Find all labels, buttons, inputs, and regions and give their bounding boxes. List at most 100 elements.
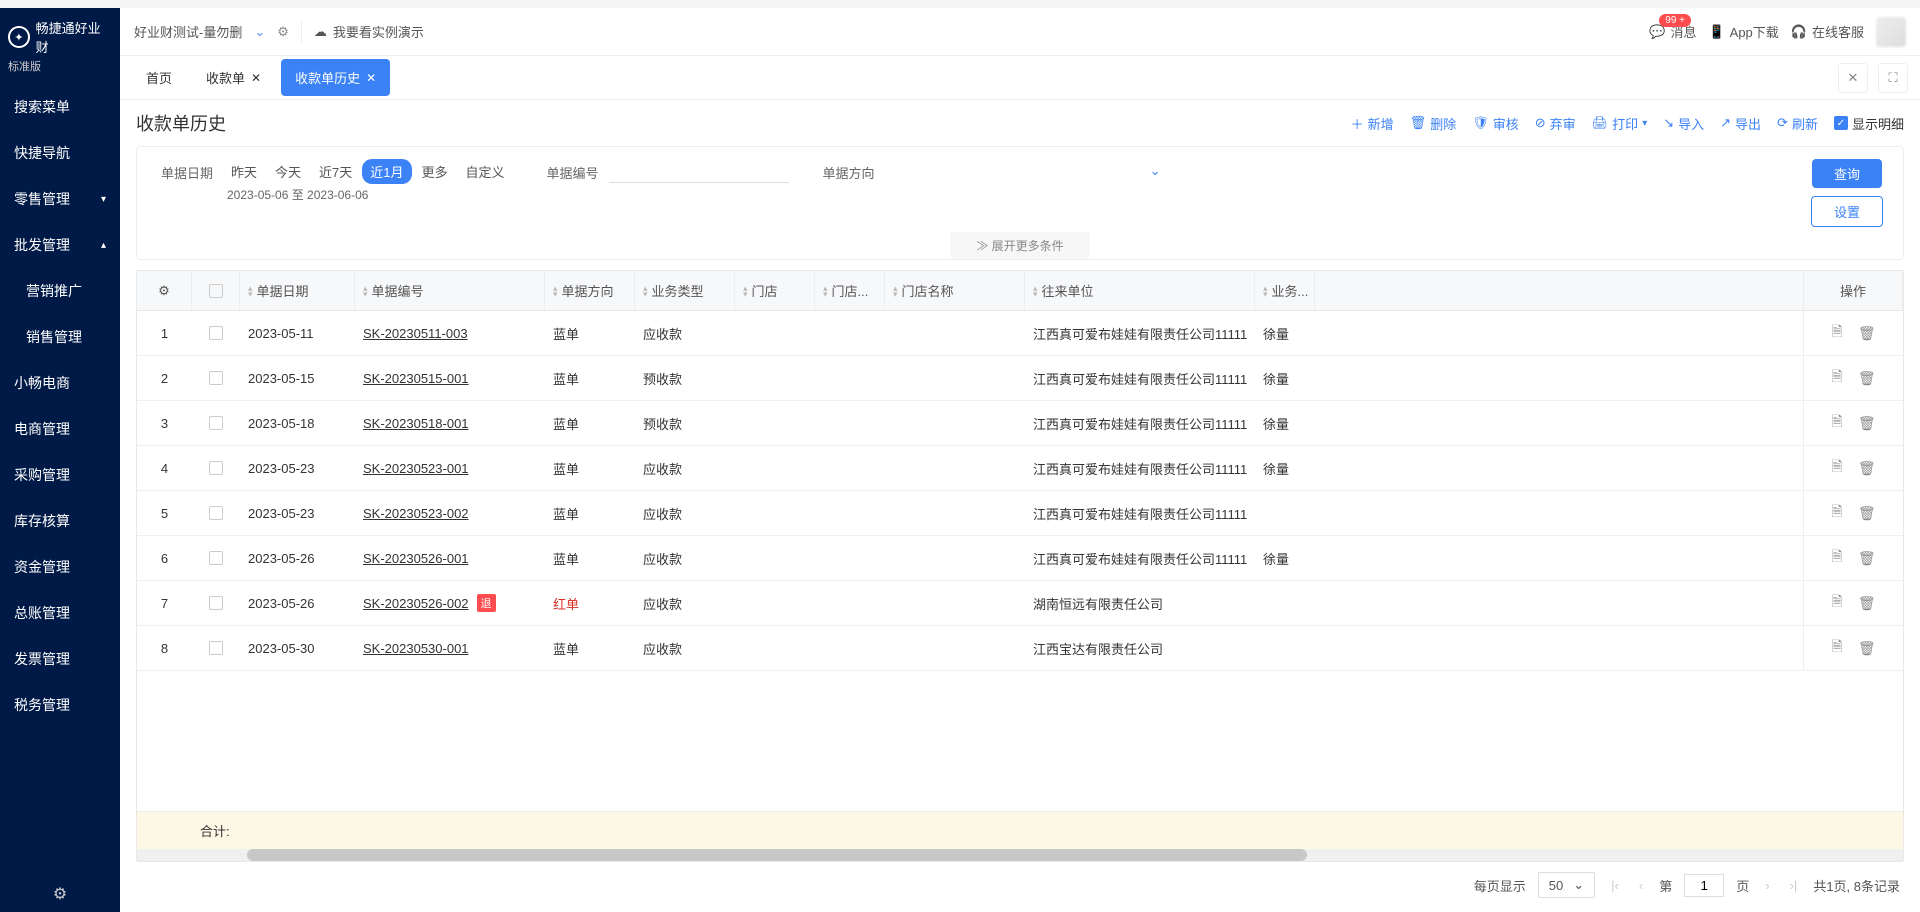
view-icon[interactable]: 🗎 [1831,321,1842,345]
delete-icon[interactable]: 🗑 [1858,505,1876,522]
doc-no-link[interactable]: SK-20230523-002 [363,506,469,521]
fullscreen-button[interactable]: ⛶ [1878,63,1908,93]
col-dir[interactable]: ▴▾单据方向 [545,271,635,310]
sidebar-item[interactable]: 库存核算 [0,498,120,544]
tab[interactable]: 收款单✕ [192,59,275,96]
col-biz[interactable]: ▴▾业务... [1255,271,1315,310]
doc-no-link[interactable]: SK-20230523-001 [363,461,469,476]
sidebar-item[interactable]: 资金管理 [0,544,120,590]
view-icon[interactable]: 🗎 [1831,546,1842,570]
sidebar-item[interactable]: 批发管理▴ [0,222,120,268]
refresh-button[interactable]: ⟳刷新 [1777,114,1818,133]
first-page-button[interactable]: |‹ [1607,878,1623,893]
doc-no-link[interactable]: SK-20230530-001 [363,641,469,656]
next-page-button[interactable]: › [1761,878,1773,893]
select-all-checkbox[interactable] [209,284,223,298]
scrollbar-thumb[interactable] [247,849,1307,861]
col-store[interactable]: ▴▾门店 [735,271,815,310]
row-checkbox[interactable] [209,551,223,565]
row-checkbox[interactable] [209,641,223,655]
view-icon[interactable]: 🗎 [1831,456,1842,480]
audit-button[interactable]: 🛡审核 [1472,114,1519,133]
direction-select[interactable]: ⌄ [885,159,1165,183]
doc-no-input[interactable] [609,159,789,183]
online-service-button[interactable]: 🎧 在线客服 [1791,22,1864,41]
sidebar-item[interactable]: 零售管理▾ [0,176,120,222]
doc-no-link[interactable]: SK-20230518-001 [363,416,469,431]
date-range-button[interactable]: 昨天 [223,159,265,184]
avatar[interactable] [1876,17,1906,47]
view-icon[interactable]: 🗎 [1831,366,1842,390]
doc-no-link[interactable]: SK-20230526-002 [363,596,469,611]
sidebar-item[interactable]: 电商管理 [0,406,120,452]
row-checkbox[interactable] [209,371,223,385]
workspace-name[interactable]: 好业财测试-量勿删 [134,22,242,41]
delete-icon[interactable]: 🗑 [1858,550,1876,567]
workspace-dropdown-icon[interactable]: ⌄ [254,24,265,40]
delete-icon[interactable]: 🗑 [1858,460,1876,477]
row-checkbox[interactable] [209,416,223,430]
delete-icon[interactable]: 🗑 [1858,325,1876,342]
view-icon[interactable]: 🗎 [1831,411,1842,435]
prev-page-button[interactable]: ‹ [1635,878,1647,893]
date-range-button[interactable]: 更多 [414,159,456,184]
settings-button[interactable]: 设置 [1811,196,1883,227]
import-button[interactable]: ↘导入 [1663,114,1704,133]
per-page-select[interactable]: 50⌄ [1538,872,1595,898]
col-store2[interactable]: ▴▾门店... [815,271,885,310]
doc-no-link[interactable]: SK-20230515-001 [363,371,469,386]
export-button[interactable]: ↗导出 [1720,114,1761,133]
expand-filters-button[interactable]: ≫ 展开更多条件 [950,232,1090,259]
messages-button[interactable]: 💬 消息 99 + [1649,22,1696,41]
delete-icon[interactable]: 🗑 [1858,370,1876,387]
sidebar-item[interactable]: 销售管理 [0,314,120,360]
demo-link[interactable]: ☁ 我要看实例演示 [314,22,424,41]
workspace-settings-icon[interactable]: ⚙ [277,24,289,40]
sidebar-item[interactable]: 小畅电商 [0,360,120,406]
print-button[interactable]: 🖨打印▾ [1592,114,1648,133]
date-range-button[interactable]: 近1月 [362,159,411,184]
doc-no-link[interactable]: SK-20230511-003 [363,326,468,341]
last-page-button[interactable]: ›| [1786,878,1802,893]
view-icon[interactable]: 🗎 [1831,591,1842,615]
reject-button[interactable]: ⊘弃审 [1535,114,1576,133]
date-range-button[interactable]: 近7天 [311,159,360,184]
col-no[interactable]: ▴▾单据编号 [355,271,545,310]
sidebar-item[interactable]: 发票管理 [0,636,120,682]
sidebar-settings-icon[interactable]: ⚙ [0,876,120,912]
column-settings-icon[interactable]: ⚙ [137,271,192,310]
query-button[interactable]: 查询 [1812,159,1882,188]
delete-icon[interactable]: 🗑 [1858,595,1876,612]
delete-icon[interactable]: 🗑 [1858,415,1876,432]
tab[interactable]: 首页 [132,59,186,96]
tab-close-icon[interactable]: ✕ [251,71,261,85]
horizontal-scrollbar[interactable] [137,849,1903,861]
doc-no-link[interactable]: SK-20230526-001 [363,551,469,566]
view-icon[interactable]: 🗎 [1831,636,1842,660]
date-range-button[interactable]: 自定义 [458,159,513,184]
tab-close-icon[interactable]: ✕ [366,71,376,85]
row-checkbox[interactable] [209,461,223,475]
col-partner[interactable]: ▴▾往来单位 [1025,271,1255,310]
sidebar-item[interactable]: 税务管理 [0,682,120,728]
sidebar-item[interactable]: 快捷导航 [0,130,120,176]
date-range-button[interactable]: 今天 [267,159,309,184]
sidebar-item[interactable]: 营销推广 [0,268,120,314]
col-storename[interactable]: ▴▾门店名称 [885,271,1025,310]
add-button[interactable]: ＋新增 [1351,114,1394,133]
col-date[interactable]: ▴▾单据日期 [240,271,355,310]
sidebar-item[interactable]: 采购管理 [0,452,120,498]
page-input[interactable] [1684,874,1724,897]
sidebar-item[interactable]: 总账管理 [0,590,120,636]
app-download-button[interactable]: 📱 App下载 [1708,22,1778,41]
delete-icon[interactable]: 🗑 [1858,640,1876,657]
col-btype[interactable]: ▴▾业务类型 [635,271,735,310]
row-checkbox[interactable] [209,506,223,520]
view-icon[interactable]: 🗎 [1831,501,1842,525]
sidebar-item[interactable]: 搜索菜单 [0,84,120,130]
tab-close-all-button[interactable]: ✕ [1838,63,1868,93]
tab[interactable]: 收款单历史✕ [281,59,390,96]
delete-button[interactable]: 🗑删除 [1410,114,1457,133]
row-checkbox[interactable] [209,326,223,340]
show-detail-toggle[interactable]: ✓显示明细 [1834,114,1904,133]
